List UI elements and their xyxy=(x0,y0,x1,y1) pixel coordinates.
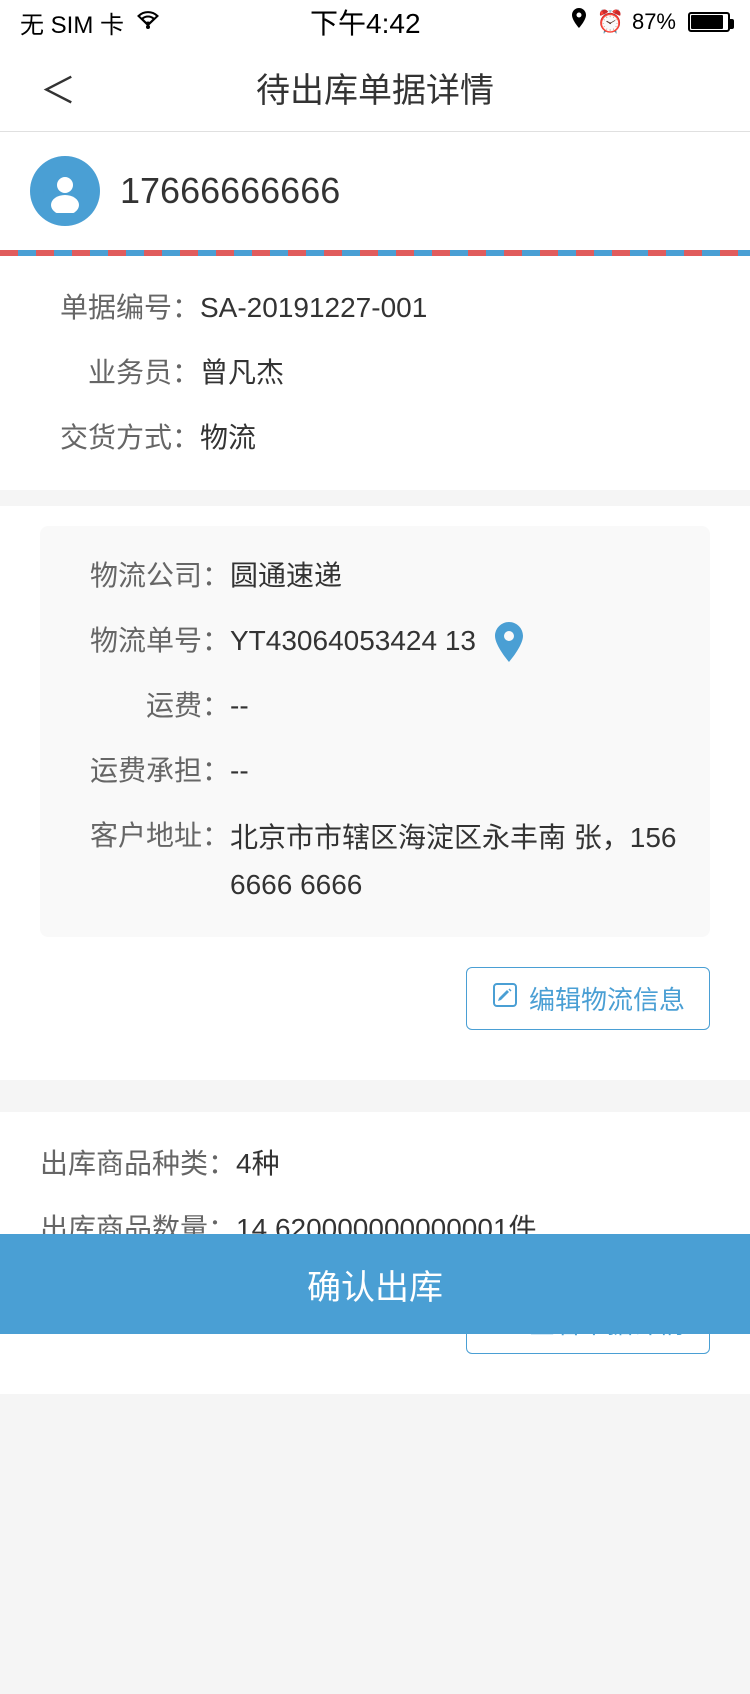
delivery-row: 交货方式： 物流 xyxy=(40,416,710,461)
alarm-icon: ⏰ xyxy=(597,9,624,35)
product-types-value: 4种 xyxy=(236,1142,710,1187)
location-icon xyxy=(569,8,589,36)
delivery-label: 交货方式： xyxy=(40,416,200,461)
freight-label: 运费： xyxy=(70,684,230,729)
status-bar: 无 SIM 卡 下午4:42 ⏰ 87% xyxy=(0,0,750,44)
delivery-value: 物流 xyxy=(200,416,710,461)
bottom-spacer xyxy=(0,1394,750,1594)
salesperson-label: 业务员： xyxy=(40,351,200,396)
location-pin-icon[interactable] xyxy=(492,622,526,662)
logistics-section: 物流公司： 圆通速递 物流单号： YT43064053424 13 运费： -- xyxy=(0,506,750,1079)
carrier-label: 无 SIM 卡 xyxy=(20,5,124,40)
tracking-value: YT43064053424 13 xyxy=(230,619,680,664)
order-no-value: SA-20191227-001 xyxy=(200,286,710,331)
freight-row: 运费： -- xyxy=(70,684,680,729)
status-right: ⏰ 87% xyxy=(569,8,730,36)
freight-bear-label: 运费承担： xyxy=(70,749,230,794)
logistics-card: 物流公司： 圆通速递 物流单号： YT43064053424 13 运费： -- xyxy=(40,526,710,936)
battery-percent: 87% xyxy=(632,9,676,35)
customer-phone: 17666666666 xyxy=(120,170,340,212)
section-gap-1 xyxy=(0,1096,750,1112)
page-title: 待出库单据详情 xyxy=(256,63,494,112)
time-display: 下午4:42 xyxy=(310,2,421,42)
edit-logistics-label: 编辑物流信息 xyxy=(529,980,685,1017)
order-info-section: 单据编号： SA-20191227-001 业务员： 曾凡杰 交货方式： 物流 xyxy=(0,256,750,490)
freight-bear-row: 运费承担： -- xyxy=(70,749,680,794)
logistics-company-value: 圆通速递 xyxy=(230,554,680,599)
edit-logistics-area: 编辑物流信息 xyxy=(40,957,710,1050)
wifi-icon xyxy=(134,8,162,36)
salesperson-row: 业务员： 曾凡杰 xyxy=(40,351,710,396)
logistics-company-label: 物流公司： xyxy=(70,554,230,599)
main-content: 17666666666 单据编号： SA-20191227-001 业务员： 曾… xyxy=(0,132,750,1694)
battery-icon xyxy=(688,12,730,32)
confirm-button-label: 确认出库 xyxy=(307,1260,443,1309)
edit-logistics-button[interactable]: 编辑物流信息 xyxy=(466,967,710,1030)
address-value: 北京市市辖区海淀区永丰南 张，156 6666 6666 xyxy=(230,814,680,909)
customer-header: 17666666666 xyxy=(0,132,750,250)
freight-value: -- xyxy=(230,684,680,729)
order-no-row: 单据编号： SA-20191227-001 xyxy=(40,286,710,331)
logistics-company-row: 物流公司： 圆通速递 xyxy=(70,554,680,599)
back-button[interactable]: ＜ xyxy=(30,52,86,124)
freight-bear-value: -- xyxy=(230,749,680,794)
status-left: 无 SIM 卡 xyxy=(20,5,162,40)
avatar xyxy=(30,156,100,226)
tracking-row: 物流单号： YT43064053424 13 xyxy=(70,619,680,664)
address-label: 客户地址： xyxy=(70,814,230,859)
salesperson-value: 曾凡杰 xyxy=(200,351,710,396)
edit-icon xyxy=(491,981,519,1016)
product-types-row: 出库商品种类： 4种 xyxy=(40,1142,710,1187)
nav-bar: ＜ 待出库单据详情 xyxy=(0,44,750,132)
address-row: 客户地址： 北京市市辖区海淀区永丰南 张，156 6666 6666 xyxy=(70,814,680,909)
order-no-label: 单据编号： xyxy=(40,286,200,331)
tracking-label: 物流单号： xyxy=(70,619,230,664)
product-types-label: 出库商品种类： xyxy=(40,1142,236,1187)
confirm-bar[interactable]: 确认出库 xyxy=(0,1234,750,1334)
